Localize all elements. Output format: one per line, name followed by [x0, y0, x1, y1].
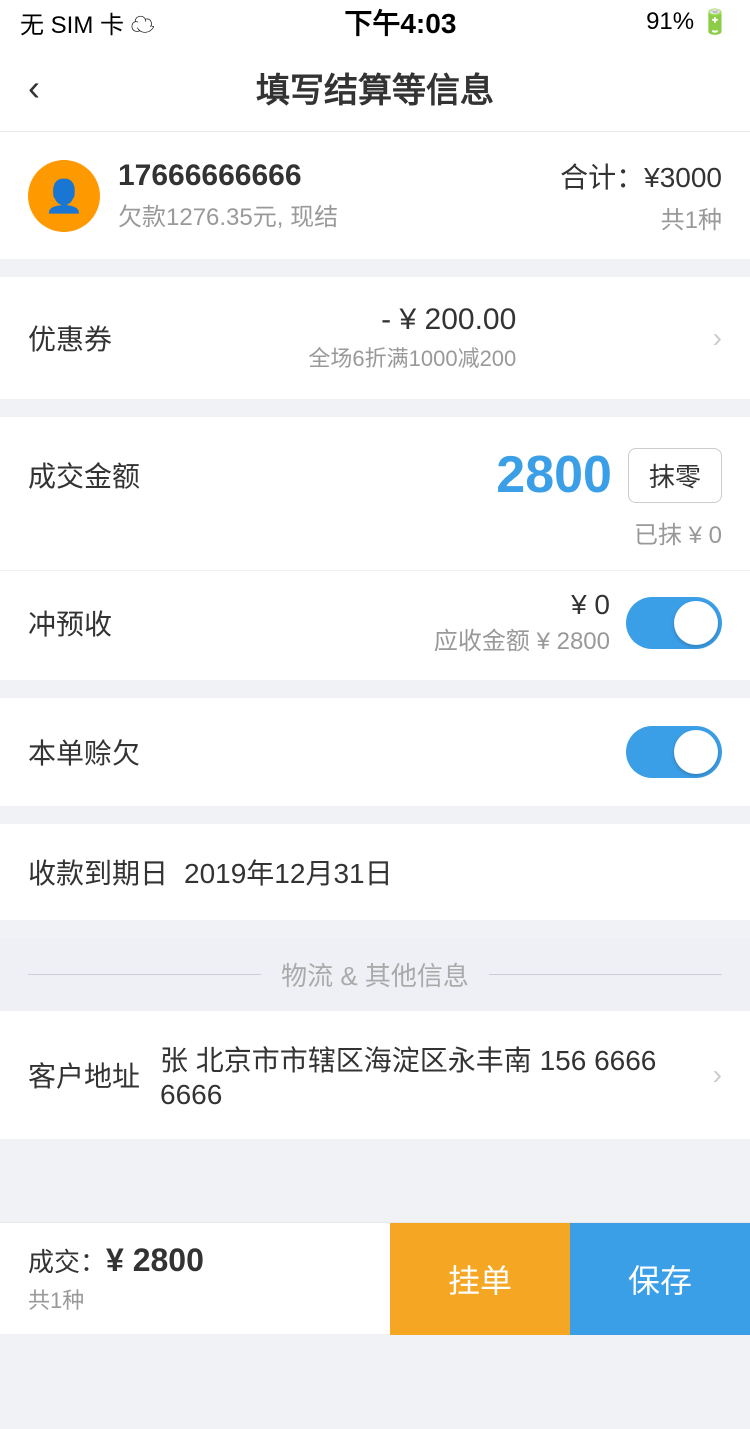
prepay-label: 冲预收 — [28, 603, 112, 643]
user-info-row: 👤 17666666666 欠款1276.35元, 现结 合计：¥3000 共1… — [0, 132, 750, 259]
user-subtext: 欠款1276.35元, 现结 — [118, 197, 338, 232]
divider-line-left — [28, 974, 261, 975]
bottom-summary-top: 成交：¥ 2800 — [28, 1242, 362, 1279]
coupon-discount: - ¥ 200.00 — [308, 303, 516, 337]
duedate-row: 收款到期日 2019年12月31日 — [0, 824, 750, 920]
user-phone: 17666666666 — [118, 159, 338, 193]
coupon-description: 全场6折满1000减200 — [308, 341, 516, 373]
amount-label: 成交金额 — [28, 455, 140, 495]
status-bar: 无 SIM 卡 ☁ 下午4:03 91% 🔋 — [0, 0, 750, 44]
section-divider: 物流 & 其他信息 — [0, 938, 750, 1011]
user-info: 17666666666 欠款1276.35元, 现结 — [118, 159, 338, 232]
nav-bar: ‹ 填写结算等信息 — [0, 44, 750, 132]
address-row[interactable]: 客户地址 张 北京市市辖区海淀区永丰南 156 6666 6666 › — [0, 1011, 750, 1139]
amount-section: 成交金额 2800 抹零 已抹 ¥ 0 冲预收 ¥ 0 应收金额 ¥ 2800 — [0, 417, 750, 680]
bottom-bar: 成交：¥ 2800 共1种 挂单 保存 — [0, 1222, 750, 1334]
coupon-label: 优惠券 — [28, 318, 112, 358]
debt-toggle[interactable] — [626, 726, 722, 778]
hang-button[interactable]: 挂单 — [390, 1223, 570, 1335]
address-chevron-icon: › — [713, 1059, 722, 1091]
coupon-chevron-icon: › — [713, 322, 722, 354]
address-label: 客户地址 — [28, 1055, 140, 1095]
status-right: 91% 🔋 — [646, 8, 730, 37]
status-left: 无 SIM 卡 ☁ — [20, 5, 155, 40]
coupon-row[interactable]: 优惠券 - ¥ 200.00 全场6折满1000减200 › — [0, 277, 750, 399]
amount-value: 2800 — [496, 445, 612, 505]
prepay-right: ¥ 0 应收金额 ¥ 2800 — [434, 589, 722, 656]
save-button[interactable]: 保存 — [570, 1223, 750, 1335]
round-button[interactable]: 抹零 — [628, 448, 722, 503]
avatar-icon: 👤 — [44, 177, 84, 215]
address-content: 张 北京市市辖区海淀区永丰南 156 6666 6666 — [160, 1039, 713, 1111]
duedate-label: 收款到期日 — [28, 852, 168, 892]
bottom-summary-label: 成交： — [28, 1247, 106, 1277]
debt-label: 本单赊欠 — [28, 732, 140, 772]
battery-text: 91% — [646, 8, 694, 36]
debt-row: 本单赊欠 — [0, 698, 750, 806]
duedate-value: 2019年12月31日 — [184, 852, 393, 892]
back-button[interactable]: ‹ — [28, 67, 40, 109]
user-right: 合计：¥3000 共1种 — [560, 156, 722, 235]
page-title: 填写结算等信息 — [256, 63, 494, 112]
status-time: 下午4:03 — [344, 2, 456, 42]
prepay-info: ¥ 0 应收金额 ¥ 2800 — [434, 589, 610, 656]
amount-subtext: 已抹 ¥ 0 — [0, 515, 750, 570]
battery-icon: 🔋 — [700, 8, 730, 37]
prepay-toggle[interactable] — [626, 597, 722, 649]
user-count: 共1种 — [560, 200, 722, 235]
amount-right: 2800 抹零 — [496, 445, 722, 505]
user-left: 👤 17666666666 欠款1276.35元, 现结 — [28, 159, 338, 232]
prepay-amount: ¥ 0 — [434, 589, 610, 621]
bottom-summary-amount: ¥ 2800 — [106, 1242, 204, 1278]
bottom-summary-count: 共1种 — [28, 1283, 362, 1315]
prepay-description: 应收金额 ¥ 2800 — [434, 621, 610, 656]
coupon-right: - ¥ 200.00 全场6折满1000减200 — [308, 303, 516, 373]
divider-line-right — [489, 974, 722, 975]
avatar: 👤 — [28, 160, 100, 232]
sim-text: 无 SIM 卡 ☁ — [20, 5, 155, 40]
bottom-summary: 成交：¥ 2800 共1种 — [0, 1242, 390, 1315]
prepay-row: 冲预收 ¥ 0 应收金额 ¥ 2800 — [0, 570, 750, 680]
user-total: 合计：¥3000 — [560, 156, 722, 196]
amount-row: 成交金额 2800 抹零 — [0, 417, 750, 515]
divider-text: 物流 & 其他信息 — [281, 956, 469, 993]
